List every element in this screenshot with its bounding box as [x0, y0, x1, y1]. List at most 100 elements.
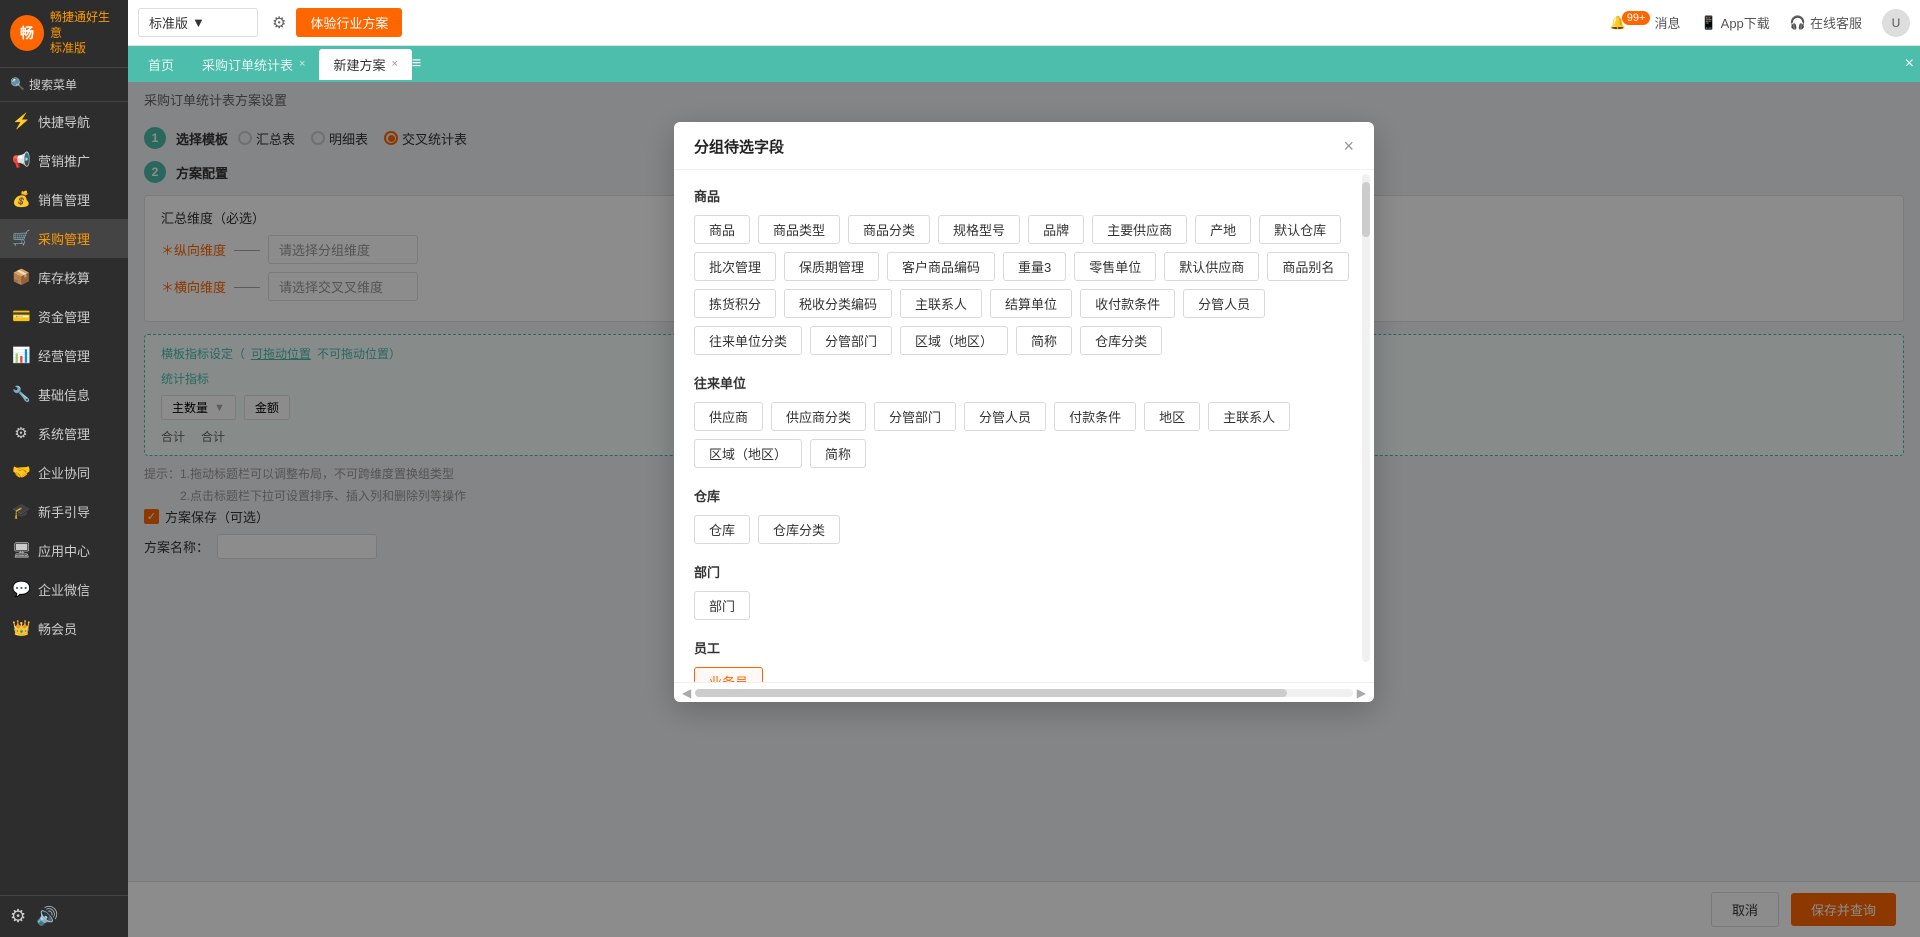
notice-icon-area[interactable]: 🔔 99+ 消息: [1610, 13, 1681, 32]
sidebar-item-jingying[interactable]: 📊 经营管理: [0, 336, 128, 375]
field-tag-shangpin[interactable]: 商品: [694, 215, 750, 244]
sidebar-item-weixin[interactable]: 💬 企业微信: [0, 570, 128, 609]
field-tag-zhulianxi[interactable]: 主联系人: [900, 289, 982, 318]
topbar: 标准版 ▼ ⚙ 体验行业方案 🔔 99+ 消息 📱 App下载 🎧 在线客服 U: [128, 0, 1920, 46]
emp-field-tags: 业务员: [694, 667, 1354, 682]
tab-purchase-stats[interactable]: 采购订单统计表 ×: [188, 49, 319, 80]
section-partner: 往来单位 供应商 供应商分类 分管部门 分管人员 付款条件 地区 主联系人 区域…: [694, 373, 1354, 468]
topbar-right: 🔔 99+ 消息 📱 App下载 🎧 在线客服 U: [1610, 9, 1910, 37]
field-tag-wanglaidw[interactable]: 往来单位分类: [694, 326, 802, 355]
field-tag-guige[interactable]: 规格型号: [938, 215, 1020, 244]
field-tag-fenguan4[interactable]: 分管人员: [964, 402, 1046, 431]
online-service[interactable]: 🎧 在线客服: [1790, 13, 1862, 32]
field-tag-kehu[interactable]: 客户商品编码: [887, 252, 995, 281]
field-tag-lingshoudw[interactable]: 零售单位: [1074, 252, 1156, 281]
grad-icon: 🎓: [12, 502, 30, 520]
field-tag-pinpai[interactable]: 品牌: [1028, 215, 1084, 244]
field-tag-jiesuandw[interactable]: 结算单位: [990, 289, 1072, 318]
field-tag-diqu[interactable]: 地区: [1144, 402, 1200, 431]
field-tag-fenguan[interactable]: 分管人员: [1183, 289, 1265, 318]
field-tag-zhulianxi2[interactable]: 主联系人: [1208, 402, 1290, 431]
field-tag-jiancheng[interactable]: 简称: [1016, 326, 1072, 355]
hscroll-thumb[interactable]: [695, 689, 1287, 697]
field-tag-chandi[interactable]: 产地: [1195, 215, 1251, 244]
tab-more-icon[interactable]: ≡: [412, 55, 421, 73]
field-tag-fenlei[interactable]: 商品分类: [848, 215, 930, 244]
field-tag-fenguan3[interactable]: 分管部门: [874, 402, 956, 431]
tab-close-purchase[interactable]: ×: [299, 58, 305, 70]
field-select-modal: 分组待选字段 × 商品 商品 商品类型 商品分类 规格型号 品牌 主要供应商 产…: [674, 122, 1374, 702]
field-tag-bumen[interactable]: 部门: [694, 591, 750, 620]
sidebar-item-kuaijie[interactable]: ⚡ 快捷导航: [0, 102, 128, 141]
version-dropdown[interactable]: 标准版 ▼: [138, 8, 258, 37]
modal-scrollbar-thumb[interactable]: [1362, 182, 1370, 237]
audio-bottom-icon[interactable]: 🔊: [36, 906, 58, 927]
field-tag-morcang[interactable]: 默认仓库: [1259, 215, 1341, 244]
sidebar-item-jichu[interactable]: 🔧 基础信息: [0, 375, 128, 414]
sidebar-item-yingyong[interactable]: 🖥 应用中心: [0, 531, 128, 570]
field-tag-fukuantj2[interactable]: 付款条件: [1054, 402, 1136, 431]
sidebar-item-kucun[interactable]: 📦 库存核算: [0, 258, 128, 297]
modal-header: 分组待选字段 ×: [674, 122, 1374, 170]
wechat-icon: 💬: [12, 580, 30, 598]
field-tag-baozhiqi[interactable]: 保质期管理: [784, 252, 879, 281]
search-icon: 🔍: [10, 77, 25, 91]
sidebar-item-huiyuan[interactable]: 👑 畅会员: [0, 609, 128, 648]
field-tag-morengys[interactable]: 默认供应商: [1164, 252, 1259, 281]
section-title-partner: 往来单位: [694, 373, 1354, 392]
field-tag-shuishoubm[interactable]: 税收分类编码: [784, 289, 892, 318]
field-tag-gongying[interactable]: 主要供应商: [1092, 215, 1187, 244]
flash-icon: ⚡: [12, 112, 30, 130]
sidebar-item-xitong[interactable]: ⚙ 系统管理: [0, 414, 128, 453]
field-tag-quyu2[interactable]: 区域（地区）: [694, 439, 802, 468]
cart-icon: 🛒: [12, 229, 30, 247]
section-product: 商品 商品 商品类型 商品分类 规格型号 品牌 主要供应商 产地 默认仓库 批次…: [694, 186, 1354, 355]
handshake-icon: 🤝: [12, 463, 30, 481]
desktop-icon: 🖥: [12, 541, 30, 559]
tabbar: 首页 采购订单统计表 × 新建方案 × ≡ ×: [128, 46, 1920, 82]
app-download[interactable]: 📱 App下载: [1700, 13, 1769, 32]
field-tag-zhongliang[interactable]: 重量3: [1003, 252, 1066, 281]
sidebar-item-qiye[interactable]: 🤝 企业协同: [0, 453, 128, 492]
chart-icon: 📊: [12, 346, 30, 364]
headset-icon: 🎧: [1790, 15, 1806, 31]
product-field-tags: 商品 商品类型 商品分类 规格型号 品牌 主要供应商 产地 默认仓库 批次管理 …: [694, 215, 1354, 355]
tabbar-close-icon[interactable]: ×: [1905, 55, 1914, 73]
sidebar-item-xiaoshou[interactable]: 💰 销售管理: [0, 180, 128, 219]
modal-body[interactable]: 商品 商品 商品类型 商品分类 规格型号 品牌 主要供应商 产地 默认仓库 批次…: [674, 170, 1374, 682]
field-tag-biemingsp[interactable]: 商品别名: [1267, 252, 1349, 281]
tab-home[interactable]: 首页: [134, 49, 188, 80]
tab-close-new-plan[interactable]: ×: [391, 58, 397, 70]
field-tag-quyu[interactable]: 区域（地区）: [900, 326, 1008, 355]
field-tag-gongyings[interactable]: 供应商: [694, 402, 763, 431]
sidebar-item-xinshou[interactable]: 🎓 新手引导: [0, 492, 128, 531]
field-tag-jiancheng2[interactable]: 简称: [810, 439, 866, 468]
field-tag-gongyingfl[interactable]: 供应商分类: [771, 402, 866, 431]
field-tag-fenguan2[interactable]: 分管部门: [810, 326, 892, 355]
wrench-icon: 🔧: [12, 385, 30, 403]
field-tag-cangku[interactable]: 仓库: [694, 515, 750, 544]
experience-plan-button[interactable]: 体验行业方案: [296, 8, 402, 37]
settings-bottom-icon[interactable]: ⚙: [10, 906, 26, 927]
search-menu[interactable]: 🔍 搜索菜单: [0, 68, 128, 102]
modal-title: 分组待选字段: [694, 136, 784, 157]
modal-close-button[interactable]: ×: [1343, 136, 1354, 157]
section-title-warehouse: 仓库: [694, 486, 1354, 505]
hscroll-left-icon[interactable]: ◀: [682, 686, 691, 700]
sidebar-item-zijin[interactable]: 💳 资金管理: [0, 297, 128, 336]
sidebar-item-yingxiao[interactable]: 📢 营销推广: [0, 141, 128, 180]
settings-icon[interactable]: ⚙: [272, 13, 286, 33]
field-tag-cangfenlei[interactable]: 仓库分类: [1080, 326, 1162, 355]
field-tag-leibie[interactable]: 商品类型: [758, 215, 840, 244]
field-tag-fukuantj[interactable]: 收付款条件: [1080, 289, 1175, 318]
field-tag-cangkufl[interactable]: 仓库分类: [758, 515, 840, 544]
field-tag-tuihuojf[interactable]: 拣货积分: [694, 289, 776, 318]
hscroll-right-icon[interactable]: ▶: [1357, 686, 1366, 700]
crown-icon: 👑: [12, 619, 30, 637]
field-tag-pici[interactable]: 批次管理: [694, 252, 776, 281]
tab-new-plan[interactable]: 新建方案 ×: [319, 49, 411, 80]
avatar[interactable]: U: [1882, 9, 1910, 37]
section-warehouse: 仓库 仓库 仓库分类: [694, 486, 1354, 544]
field-tag-yewuyuan[interactable]: 业务员: [694, 667, 763, 682]
sidebar-item-caigou[interactable]: 🛒 采购管理: [0, 219, 128, 258]
